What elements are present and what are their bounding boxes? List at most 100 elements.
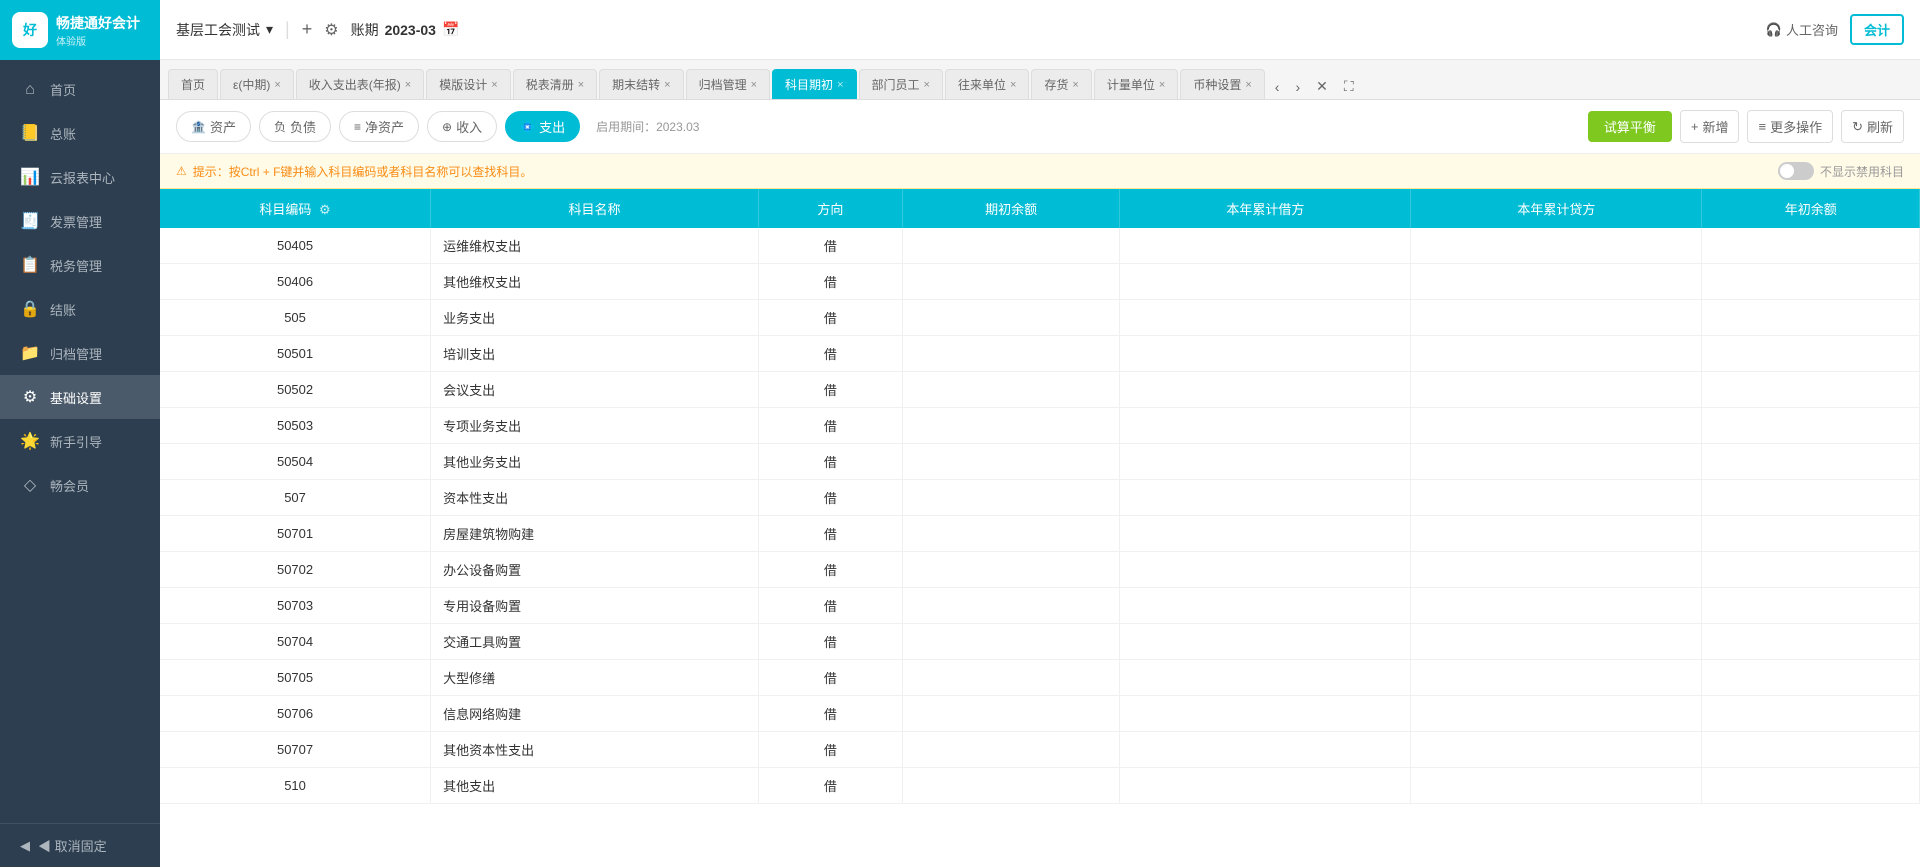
more-actions-button[interactable]: ≡ 更多操作 <box>1747 110 1833 143</box>
tab-币种设置[interactable]: 币种设置× <box>1180 69 1264 99</box>
sidebar-footer-collapse[interactable]: ◀ ◀ 取消固定 <box>0 823 160 867</box>
tab-部门员工[interactable]: 部门员工× <box>859 69 943 99</box>
tab-计量单位[interactable]: 计量单位× <box>1094 69 1178 99</box>
disable-toggle[interactable] <box>1778 162 1814 180</box>
cell-name: 信息网络购建 <box>431 696 759 732</box>
tab-close-icon[interactable]: × <box>1010 79 1016 91</box>
tab-expand[interactable]: ⛶ <box>1336 74 1362 99</box>
project-selector[interactable]: 基层工会测试 ▾ <box>176 20 273 40</box>
column-settings-icon[interactable]: ⚙ <box>319 202 331 218</box>
close-label: 结账 <box>50 300 76 319</box>
netasset-subtab-label: 净资产 <box>365 117 404 136</box>
sidebar-item-ledger[interactable]: 📒总账 <box>0 111 160 155</box>
table-row[interactable]: 50501 培训支出 借 <box>160 336 1920 372</box>
calc-balance-button[interactable]: 试算平衡 <box>1588 111 1672 142</box>
tab-收入支出表年报[interactable]: 收入支出表(年报)× <box>296 69 424 99</box>
tab-期末结转[interactable]: 期末结转× <box>599 69 683 99</box>
tab-label: 往来单位 <box>958 76 1006 93</box>
tab-往来单位[interactable]: 往来单位 × <box>945 69 1029 99</box>
logo-text: 畅捷通好会计 体验版 <box>56 13 140 48</box>
report-icon: 📊 <box>20 167 40 187</box>
cell-ytd-debit <box>1120 264 1411 300</box>
tab-中期[interactable]: ε(中期)× <box>220 69 294 99</box>
tab-模版设计[interactable]: 模版设计× <box>426 69 510 99</box>
sidebar-item-basic[interactable]: ⚙基础设置 <box>0 375 160 419</box>
add-button[interactable]: + 新增 <box>1680 110 1740 143</box>
tab-close-icon[interactable]: × <box>751 79 757 91</box>
tab-close-icon[interactable]: × <box>1159 79 1165 91</box>
consult-button[interactable]: 🎧 人工咨询 <box>1766 20 1838 39</box>
table-row[interactable]: 50702 办公设备购置 借 <box>160 552 1920 588</box>
tab-close-icon[interactable]: × <box>274 79 280 91</box>
calendar-icon[interactable]: 📅 <box>442 21 459 38</box>
table-row[interactable]: 507 资本性支出 借 <box>160 480 1920 516</box>
cell-direction: 借 <box>758 732 902 768</box>
sidebar-item-report[interactable]: 📊云报表中心 <box>0 155 160 199</box>
table-row[interactable]: 50707 其他资本性支出 借 <box>160 732 1920 768</box>
tab-close-icon[interactable]: × <box>578 79 584 91</box>
period-value: 2023-03 <box>385 22 436 38</box>
tab-nav-left[interactable]: ‹ <box>1267 75 1288 99</box>
table-row[interactable]: 50406 其他维权支出 借 <box>160 264 1920 300</box>
tab-科目期初[interactable]: 科目期初× <box>772 69 856 99</box>
table-row[interactable]: 50502 会议支出 借 <box>160 372 1920 408</box>
subtab-expense[interactable]: 💠支出 <box>505 111 580 142</box>
cell-code: 507 <box>160 480 431 516</box>
cell-name: 其他维权支出 <box>431 264 759 300</box>
sidebar-item-invoice[interactable]: 🧾发票管理 <box>0 199 160 243</box>
sidebar-item-home[interactable]: ⌂首页 <box>0 68 160 111</box>
subtab-netasset[interactable]: ≡净资产 <box>339 111 419 142</box>
table-row[interactable]: 50704 交通工具购置 借 <box>160 624 1920 660</box>
cell-year-opening <box>1702 372 1920 408</box>
consult-label: 人工咨询 <box>1786 20 1838 39</box>
accounts-table-container: 科目编码 ⚙ 科目名称 方向 期初余额 本年累计借方 本年累计贷方 年初余额 5… <box>160 189 1920 867</box>
cell-year-opening <box>1702 300 1920 336</box>
tab-close-icon[interactable]: × <box>664 79 670 91</box>
table-row[interactable]: 50405 运维维权支出 借 <box>160 228 1920 264</box>
table-row[interactable]: 50503 专项业务支出 借 <box>160 408 1920 444</box>
cell-name: 专项业务支出 <box>431 408 759 444</box>
add-project-icon[interactable]: + <box>302 19 313 40</box>
cell-name: 培训支出 <box>431 336 759 372</box>
table-row[interactable]: 50504 其他业务支出 借 <box>160 444 1920 480</box>
account-button[interactable]: 会计 <box>1850 14 1904 45</box>
sidebar-item-tax[interactable]: 📋税务管理 <box>0 243 160 287</box>
settings-icon[interactable]: ⚙ <box>324 20 338 40</box>
sidebar-item-guide[interactable]: 🌟新手引导 <box>0 419 160 463</box>
cell-direction: 借 <box>758 624 902 660</box>
cell-direction: 借 <box>758 228 902 264</box>
table-row[interactable]: 510 其他支出 借 <box>160 768 1920 804</box>
subtab-asset[interactable]: 🏦资产 <box>176 111 251 142</box>
tab-label: 税表清册 <box>526 76 574 93</box>
tab-close-icon[interactable]: × <box>924 79 930 91</box>
tab-close-all[interactable]: ✕ <box>1308 74 1336 99</box>
tab-close-icon[interactable]: × <box>1245 79 1251 91</box>
tab-close-icon[interactable]: × <box>491 79 497 91</box>
cell-ytd-credit <box>1411 372 1702 408</box>
table-row[interactable]: 50703 专用设备购置 借 <box>160 588 1920 624</box>
sidebar-item-archive[interactable]: 📁归档管理 <box>0 331 160 375</box>
table-row[interactable]: 505 业务支出 借 <box>160 300 1920 336</box>
cell-name: 交通工具购置 <box>431 624 759 660</box>
tax-label: 税务管理 <box>50 256 102 275</box>
table-row[interactable]: 50705 大型修缮 借 <box>160 660 1920 696</box>
tab-close-icon[interactable]: × <box>1072 79 1078 91</box>
table-row[interactable]: 50701 房屋建筑物购建 借 <box>160 516 1920 552</box>
subtab-income[interactable]: ⊕收入 <box>427 111 497 142</box>
table-row[interactable]: 50706 信息网络购建 借 <box>160 696 1920 732</box>
cell-code: 50503 <box>160 408 431 444</box>
cell-year-opening <box>1702 480 1920 516</box>
tab-close-icon[interactable]: × <box>837 79 843 91</box>
tab-税表清册[interactable]: 税表清册 × <box>513 69 597 99</box>
cell-opening <box>902 372 1120 408</box>
tab-存货[interactable]: 存货× <box>1031 69 1091 99</box>
tab-nav-right[interactable]: › <box>1287 75 1308 99</box>
sidebar-item-close[interactable]: 🔒结账 <box>0 287 160 331</box>
tab-归档管理[interactable]: 归档管理× <box>686 69 770 99</box>
sidebar-item-member[interactable]: ◇畅会员 <box>0 463 160 507</box>
refresh-button[interactable]: ↻ 刷新 <box>1841 110 1904 143</box>
tab-close-icon[interactable]: × <box>405 79 411 91</box>
tab-首页[interactable]: 首页 <box>168 69 218 99</box>
subtab-liability[interactable]: 负负债 <box>259 111 331 142</box>
tab-label: 首页 <box>181 76 205 93</box>
